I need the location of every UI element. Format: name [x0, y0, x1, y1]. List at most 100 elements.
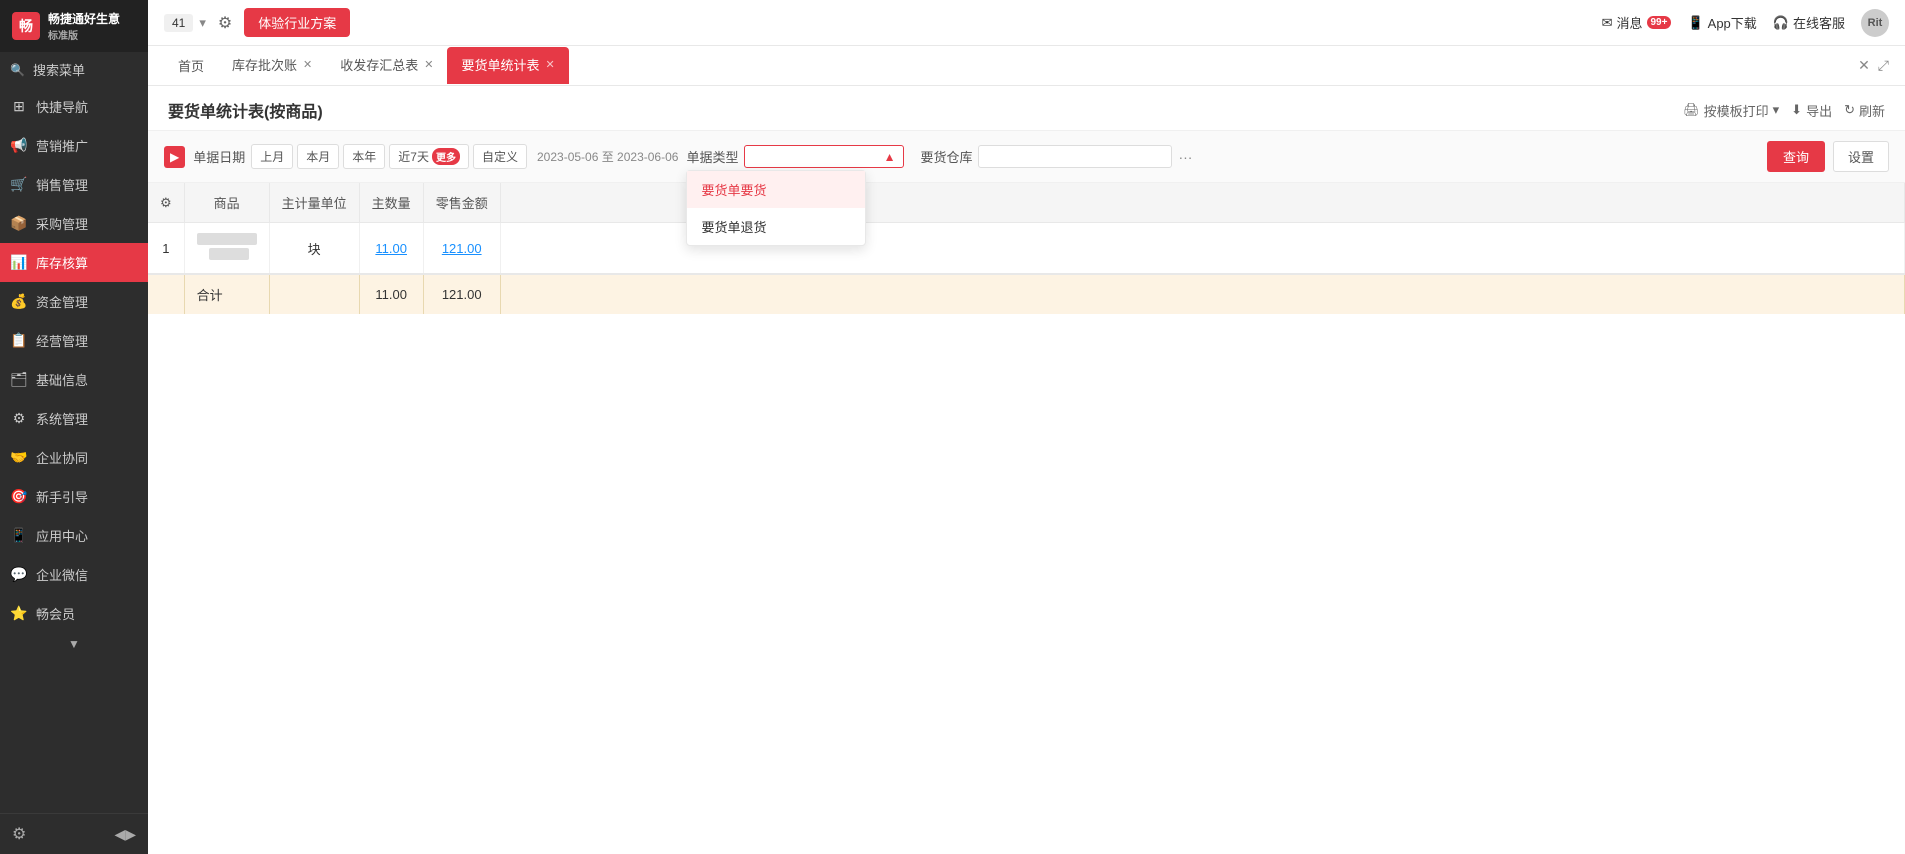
page-header: 要货单统计表(按商品) 🖨 按模板打印 ▾ ⬇ 导出 ↻ 刷新 [148, 86, 1905, 131]
sidebar-item-xiaoshou[interactable]: 🛒 销售管理 [0, 165, 148, 204]
table-row: 1 块 11.00 121.00 [148, 223, 1905, 275]
summary-row: 合计 11.00 121.00 [148, 274, 1905, 314]
refresh-btn[interactable]: ↻ 刷新 [1844, 101, 1885, 120]
sidebar-item-label: 资金管理 [36, 292, 88, 311]
kucun-icon: 📊 [10, 254, 28, 271]
warehouse-input[interactable] [978, 145, 1172, 168]
sidebar-item-label: 采购管理 [36, 214, 88, 233]
summary-empty1 [148, 274, 184, 314]
filter-expand-btn[interactable]: ▶ [164, 146, 185, 168]
query-button[interactable]: 查询 [1767, 141, 1825, 172]
kuaijie-icon: ⊞ [10, 98, 28, 115]
date-btn-benyue[interactable]: 本月 [297, 144, 339, 169]
warehouse-label: 要货仓库 [920, 147, 972, 166]
date-btn-shangban[interactable]: 上月 [251, 144, 293, 169]
summary-empty2 [269, 274, 359, 314]
avatar[interactable]: Rit [1861, 9, 1889, 37]
sidebar-item-label: 基础信息 [36, 370, 88, 389]
sidebar-item-qiye[interactable]: 🤝 企业协同 [0, 438, 148, 477]
sidebar-item-label: 系统管理 [36, 409, 88, 428]
sidebar-item-label: 新手引导 [36, 487, 88, 506]
messages-btn[interactable]: ✉ 消息 99+ [1602, 13, 1672, 32]
quantity-link[interactable]: 11.00 [375, 241, 407, 256]
store-selector[interactable]: 41 ▾ [164, 14, 206, 32]
sidebar-item-huiyuan[interactable]: ⭐ 畅会员 [0, 594, 148, 633]
col-settings[interactable]: ⚙ [148, 183, 184, 223]
tab-close-icon[interactable]: ✕ [303, 58, 312, 71]
xiaoshou-icon: 🛒 [10, 176, 28, 193]
tab-close-icon[interactable]: ✕ [546, 58, 555, 71]
type-select[interactable]: ▲ [744, 145, 904, 168]
chevron-down-icon: ▾ [1773, 102, 1780, 118]
table-wrap: ⚙ 商品 主计量单位 主数量 零售金额 1 [148, 183, 1905, 314]
sidebar-item-kucun[interactable]: 📊 库存核算 [0, 243, 148, 282]
col-quantity: 主数量 [359, 183, 423, 223]
yingxiao-icon: 📢 [10, 137, 28, 154]
app-download-btn[interactable]: 📱 App下载 [1687, 13, 1756, 32]
tab-kucun[interactable]: 库存批次账 ✕ [218, 47, 326, 84]
summary-extra [500, 274, 1904, 314]
logo-text-block: 畅捷通好生意 标准版 [48, 10, 120, 42]
dropdown-item-yaohuo-tuihuo[interactable]: 要货单退货 [687, 208, 865, 245]
zijin-icon: 💰 [10, 293, 28, 310]
sidebar-toggle-icon[interactable]: ◀▶ [114, 826, 136, 843]
date-label: 单据日期 [193, 147, 245, 166]
tab-home[interactable]: 首页 [164, 48, 218, 83]
sidebar-item-yingyong[interactable]: 📱 应用中心 [0, 516, 148, 555]
sidebar-item-yingxiao[interactable]: 📢 营销推广 [0, 126, 148, 165]
filter-bar: ▶ 单据日期 上月 本月 本年 近7天 更多 自定义 2023-05-06 至 … [148, 131, 1905, 183]
product-bar2 [209, 248, 249, 260]
tab-shoufa[interactable]: 收发存汇总表 ✕ [326, 47, 447, 84]
tab-yaohuo[interactable]: 要货单统计表 ✕ [447, 47, 568, 84]
sidebar-item-xinshou[interactable]: 🎯 新手引导 [0, 477, 148, 516]
more-badge: 更多 [432, 148, 460, 165]
col-amount: 零售金额 [423, 183, 500, 223]
setting-button[interactable]: 设置 [1833, 141, 1889, 172]
amount-link[interactable]: 121.00 [442, 241, 482, 256]
sidebar-search[interactable]: 🔍 搜索菜单 [0, 52, 148, 87]
cell-product [184, 223, 269, 275]
sidebar-bottom: ⚙ ◀▶ [0, 813, 148, 854]
date-btn-bennian[interactable]: 本年 [343, 144, 385, 169]
tab-minimize-icon[interactable]: ✕ [1858, 57, 1870, 74]
col-product: 商品 [184, 183, 269, 223]
tab-label: 库存批次账 [232, 55, 297, 74]
sidebar-item-caigou[interactable]: 📦 采购管理 [0, 204, 148, 243]
sidebar-scroll-down[interactable]: ▼ [0, 633, 148, 655]
sidebar-item-xitong[interactable]: ⚙ 系统管理 [0, 399, 148, 438]
yingyong-icon: 📱 [10, 527, 28, 544]
sidebar-settings-icon[interactable]: ⚙ [12, 824, 26, 844]
tab-maximize-icon[interactable]: ⤢ [1878, 57, 1889, 74]
print-icon: 🖨 [1683, 102, 1700, 118]
huiyuan-icon: ⭐ [10, 605, 28, 622]
data-table: ⚙ 商品 主计量单位 主数量 零售金额 1 [148, 183, 1905, 314]
sidebar-item-jingying[interactable]: 📋 经营管理 [0, 321, 148, 360]
sidebar-item-kuaijie[interactable]: ⊞ 快捷导航 [0, 87, 148, 126]
date-btn-jin7[interactable]: 近7天 更多 [389, 144, 469, 169]
trial-button[interactable]: 体验行业方案 [244, 8, 350, 37]
warehouse-more-icon[interactable]: ··· [1178, 149, 1192, 165]
date-btn-zidingyi[interactable]: 自定义 [473, 144, 527, 169]
content-area: 要货单统计表(按商品) 🖨 按模板打印 ▾ ⬇ 导出 ↻ 刷新 ▶ [148, 86, 1905, 854]
tab-close-icon[interactable]: ✕ [424, 58, 433, 71]
print-btn[interactable]: 🖨 按模板打印 ▾ [1683, 101, 1779, 120]
filter-actions: 查询 设置 [1767, 141, 1889, 172]
app-download-label: App下载 [1708, 13, 1757, 32]
cell-quantity: 11.00 [359, 223, 423, 275]
phone-icon: 📱 [1687, 15, 1703, 31]
caigou-icon: 📦 [10, 215, 28, 232]
dropdown-item-yaohuo-danhuo[interactable]: 要货单要货 [687, 171, 865, 208]
sidebar-item-jichu[interactable]: 🗂 基础信息 [0, 360, 148, 399]
tab-label: 要货单统计表 [461, 55, 539, 74]
sidebar-search-label: 搜索菜单 [33, 60, 85, 79]
date-range-text: 2023-05-06 至 2023-06-06 [537, 148, 678, 165]
export-btn[interactable]: ⬇ 导出 [1791, 101, 1832, 120]
logo-title: 畅捷通好生意 [48, 10, 120, 27]
online-service-btn[interactable]: 🎧 在线客服 [1773, 13, 1845, 32]
sidebar-item-weixin[interactable]: 💬 企业微信 [0, 555, 148, 594]
topbar-settings-icon[interactable]: ⚙ [218, 13, 232, 33]
cell-unit: 块 [269, 223, 359, 275]
sidebar-item-label: 营销推广 [36, 136, 88, 155]
store-number: 41 [164, 14, 193, 32]
sidebar-item-zijin[interactable]: 💰 资金管理 [0, 282, 148, 321]
